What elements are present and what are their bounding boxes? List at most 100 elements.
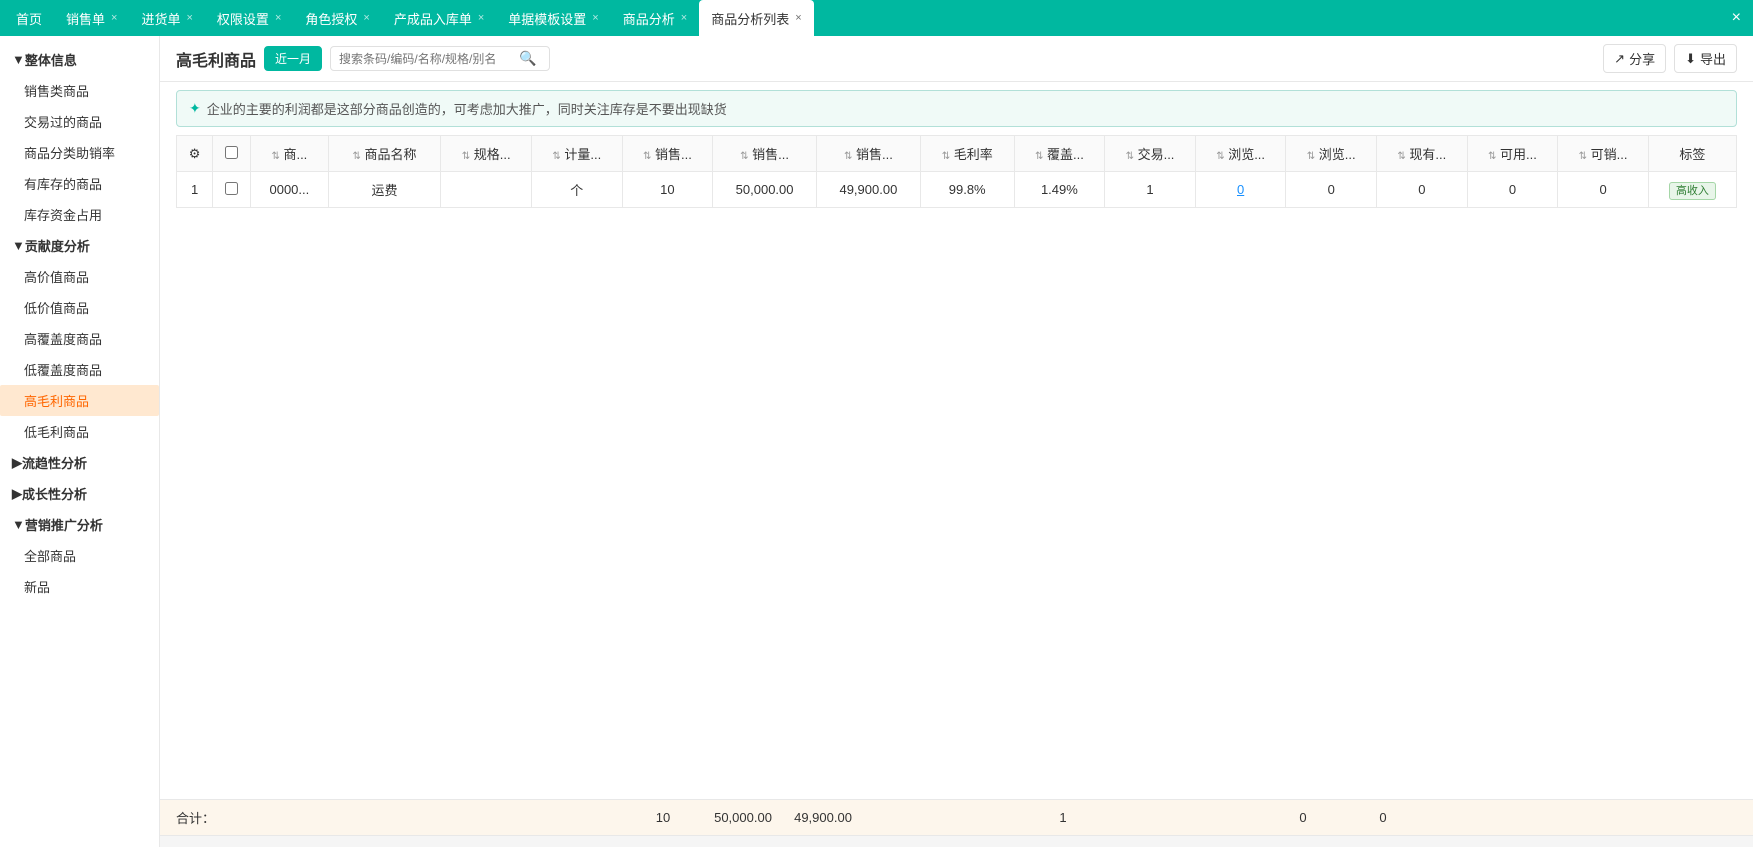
sidebar-item-高价值商品[interactable]: 高价值商品: [0, 261, 159, 292]
tab-close-icon[interactable]: ×: [681, 12, 687, 24]
page-title: 高毛利商品: [176, 47, 256, 71]
cell-available: 0: [1467, 172, 1558, 208]
group-arrow-icon: ▼: [12, 517, 25, 532]
sidebar-item-商品分类助销率[interactable]: 商品分类助销率: [0, 137, 159, 168]
col-header-unit[interactable]: ⇅ 计量...: [531, 136, 622, 172]
tab-close-icon[interactable]: ×: [275, 12, 281, 24]
col-header-spec[interactable]: ⇅ 规格...: [441, 136, 532, 172]
col-header-available[interactable]: ⇅ 可用...: [1467, 136, 1558, 172]
cell-sales_amount: 50,000.00: [713, 172, 817, 208]
tab-close-icon[interactable]: ×: [795, 12, 801, 24]
sidebar-item-新品[interactable]: 新品: [0, 571, 159, 602]
cell-current_stock: 0: [1377, 172, 1468, 208]
share-button[interactable]: ↗ 分享: [1603, 44, 1666, 73]
export-button[interactable]: ⬇ 导出: [1674, 44, 1737, 73]
sidebar-group-成长性分析[interactable]: ▶ 成长性分析: [0, 478, 159, 509]
col-header-view1[interactable]: ⇅ 浏览...: [1195, 136, 1286, 172]
nav-tab-商品分析[interactable]: 商品分析×: [611, 0, 699, 36]
table-row: 10000...运费个1050,000.0049,900.0099.8%1.49…: [177, 172, 1737, 208]
cell-sales_profit: 49,900.00: [817, 172, 921, 208]
sidebar-group-整体信息[interactable]: ▼ 整体信息: [0, 44, 159, 75]
col-header-tag: 标签: [1648, 136, 1736, 172]
group-arrow-icon: ▶: [12, 455, 22, 471]
col-header-sellable[interactable]: ⇅ 可销...: [1558, 136, 1649, 172]
col-header-current_stock[interactable]: ⇅ 现有...: [1377, 136, 1468, 172]
tag-badge: 高收入: [1669, 182, 1716, 200]
footer-available: 0: [1343, 810, 1423, 825]
search-icon[interactable]: 🔍: [519, 50, 536, 67]
content-header: 高毛利商品 近一月 🔍 ↗ 分享 ⬇ 导出: [160, 36, 1753, 82]
col-header-view2[interactable]: ⇅ 浏览...: [1286, 136, 1377, 172]
nav-tab-产成品入库单[interactable]: 产成品入库单×: [382, 0, 496, 36]
sidebar-item-高覆盖度商品[interactable]: 高覆盖度商品: [0, 323, 159, 354]
cell-name: 运费: [328, 172, 441, 208]
top-nav: 首页销售单×进货单×权限设置×角色授权×产成品入库单×单据模板设置×商品分析×商…: [0, 0, 1753, 36]
nav-tab-销售单[interactable]: 销售单×: [54, 0, 129, 36]
nav-tab-角色授权[interactable]: 角色授权×: [293, 0, 381, 36]
cell-index: 1: [177, 172, 213, 208]
footer-sales-qty: 10: [623, 810, 703, 825]
footer-label: 合计：: [176, 808, 215, 827]
window-close-button[interactable]: ×: [1724, 9, 1749, 27]
select-all-checkbox[interactable]: [225, 146, 238, 159]
tab-close-icon[interactable]: ×: [592, 12, 598, 24]
share-icon: ↗: [1614, 51, 1625, 67]
cell-unit: 个: [531, 172, 622, 208]
row-checkbox[interactable]: [225, 182, 238, 195]
tab-close-icon[interactable]: ×: [186, 12, 192, 24]
footer-current-stock: 0: [1263, 810, 1343, 825]
cell-view2: 0: [1286, 172, 1377, 208]
sidebar-item-交易过的商品[interactable]: 交易过的商品: [0, 106, 159, 137]
col-header-settings: ⚙: [177, 136, 213, 172]
tab-close-icon[interactable]: ×: [363, 12, 369, 24]
sidebar-item-低毛利商品[interactable]: 低毛利商品: [0, 416, 159, 447]
col-header-sales_qty[interactable]: ⇅ 销售...: [622, 136, 713, 172]
col-header-trade[interactable]: ⇅ 交易...: [1105, 136, 1196, 172]
cell-spec: [441, 172, 532, 208]
bottom-scrollbar[interactable]: [160, 835, 1753, 847]
search-box: 🔍: [330, 46, 550, 71]
table-footer: 合计： 10 50,000.00 49,900.00 1 0 0: [160, 799, 1753, 835]
sidebar-item-低价值商品[interactable]: 低价值商品: [0, 292, 159, 323]
group-arrow-icon: ▼: [12, 52, 25, 67]
footer-sales-profit: 49,900.00: [783, 810, 863, 825]
col-header-sales_amount[interactable]: ⇅ 销售...: [713, 136, 817, 172]
nav-tab-首页[interactable]: 首页: [4, 0, 54, 36]
nav-tab-进货单[interactable]: 进货单×: [129, 0, 204, 36]
sidebar-group-营销推广分析[interactable]: ▼ 营销推广分析: [0, 509, 159, 540]
col-header-coverage[interactable]: ⇅ 覆盖...: [1014, 136, 1105, 172]
col-header-sales_profit[interactable]: ⇅ 销售...: [817, 136, 921, 172]
col-header-code[interactable]: ⇅ 商...: [251, 136, 328, 172]
col-header-name[interactable]: ⇅ 商品名称: [328, 136, 441, 172]
sidebar-item-库存资金占用[interactable]: 库存资金占用: [0, 199, 159, 230]
sidebar-group-贡献度分析[interactable]: ▼ 贡献度分析: [0, 230, 159, 261]
sidebar-item-有库存的商品[interactable]: 有库存的商品: [0, 168, 159, 199]
sidebar-item-高毛利商品[interactable]: 高毛利商品: [0, 385, 159, 416]
info-banner: ✦ 企业的主要的利润都是这部分商品创造的，可考虑加大推广，同时关注库存是不要出现…: [176, 90, 1737, 127]
cell-margin_rate: 99.8%: [920, 172, 1014, 208]
filter-recent-month-button[interactable]: 近一月: [264, 46, 322, 71]
sidebar-item-低覆盖度商品[interactable]: 低覆盖度商品: [0, 354, 159, 385]
export-icon: ⬇: [1685, 51, 1696, 67]
tab-close-icon[interactable]: ×: [478, 12, 484, 24]
nav-tab-单据模板设置[interactable]: 单据模板设置×: [496, 0, 610, 36]
table-area: ⚙⇅ 商...⇅ 商品名称⇅ 规格...⇅ 计量...⇅ 销售...⇅ 销售..…: [160, 135, 1753, 799]
view-link[interactable]: 0: [1237, 182, 1244, 197]
col-header-margin_rate[interactable]: ⇅ 毛利率: [920, 136, 1014, 172]
tab-close-icon[interactable]: ×: [111, 12, 117, 24]
content-panel: 高毛利商品 近一月 🔍 ↗ 分享 ⬇ 导出 ✦ 企业的主要的利润都是这部分商品创…: [160, 36, 1753, 847]
nav-tab-商品分析列表[interactable]: 商品分析列表×: [699, 0, 813, 36]
cell-code: 0000...: [251, 172, 328, 208]
sidebar-item-全部商品[interactable]: 全部商品: [0, 540, 159, 571]
cell-view1: 0: [1195, 172, 1286, 208]
cell-checkbox: [213, 172, 251, 208]
data-table: ⚙⇅ 商...⇅ 商品名称⇅ 规格...⇅ 计量...⇅ 销售...⇅ 销售..…: [176, 135, 1737, 208]
sidebar-item-销售类商品[interactable]: 销售类商品: [0, 75, 159, 106]
footer-trade: 1: [1023, 810, 1103, 825]
main-area: ▼ 整体信息销售类商品交易过的商品商品分类助销率有库存的商品库存资金占用▼ 贡献…: [0, 36, 1753, 847]
search-input[interactable]: [339, 52, 519, 66]
cell-sellable: 0: [1558, 172, 1649, 208]
nav-tab-权限设置[interactable]: 权限设置×: [205, 0, 293, 36]
cell-trade: 1: [1105, 172, 1196, 208]
sidebar-group-流趋性分析[interactable]: ▶ 流趋性分析: [0, 447, 159, 478]
